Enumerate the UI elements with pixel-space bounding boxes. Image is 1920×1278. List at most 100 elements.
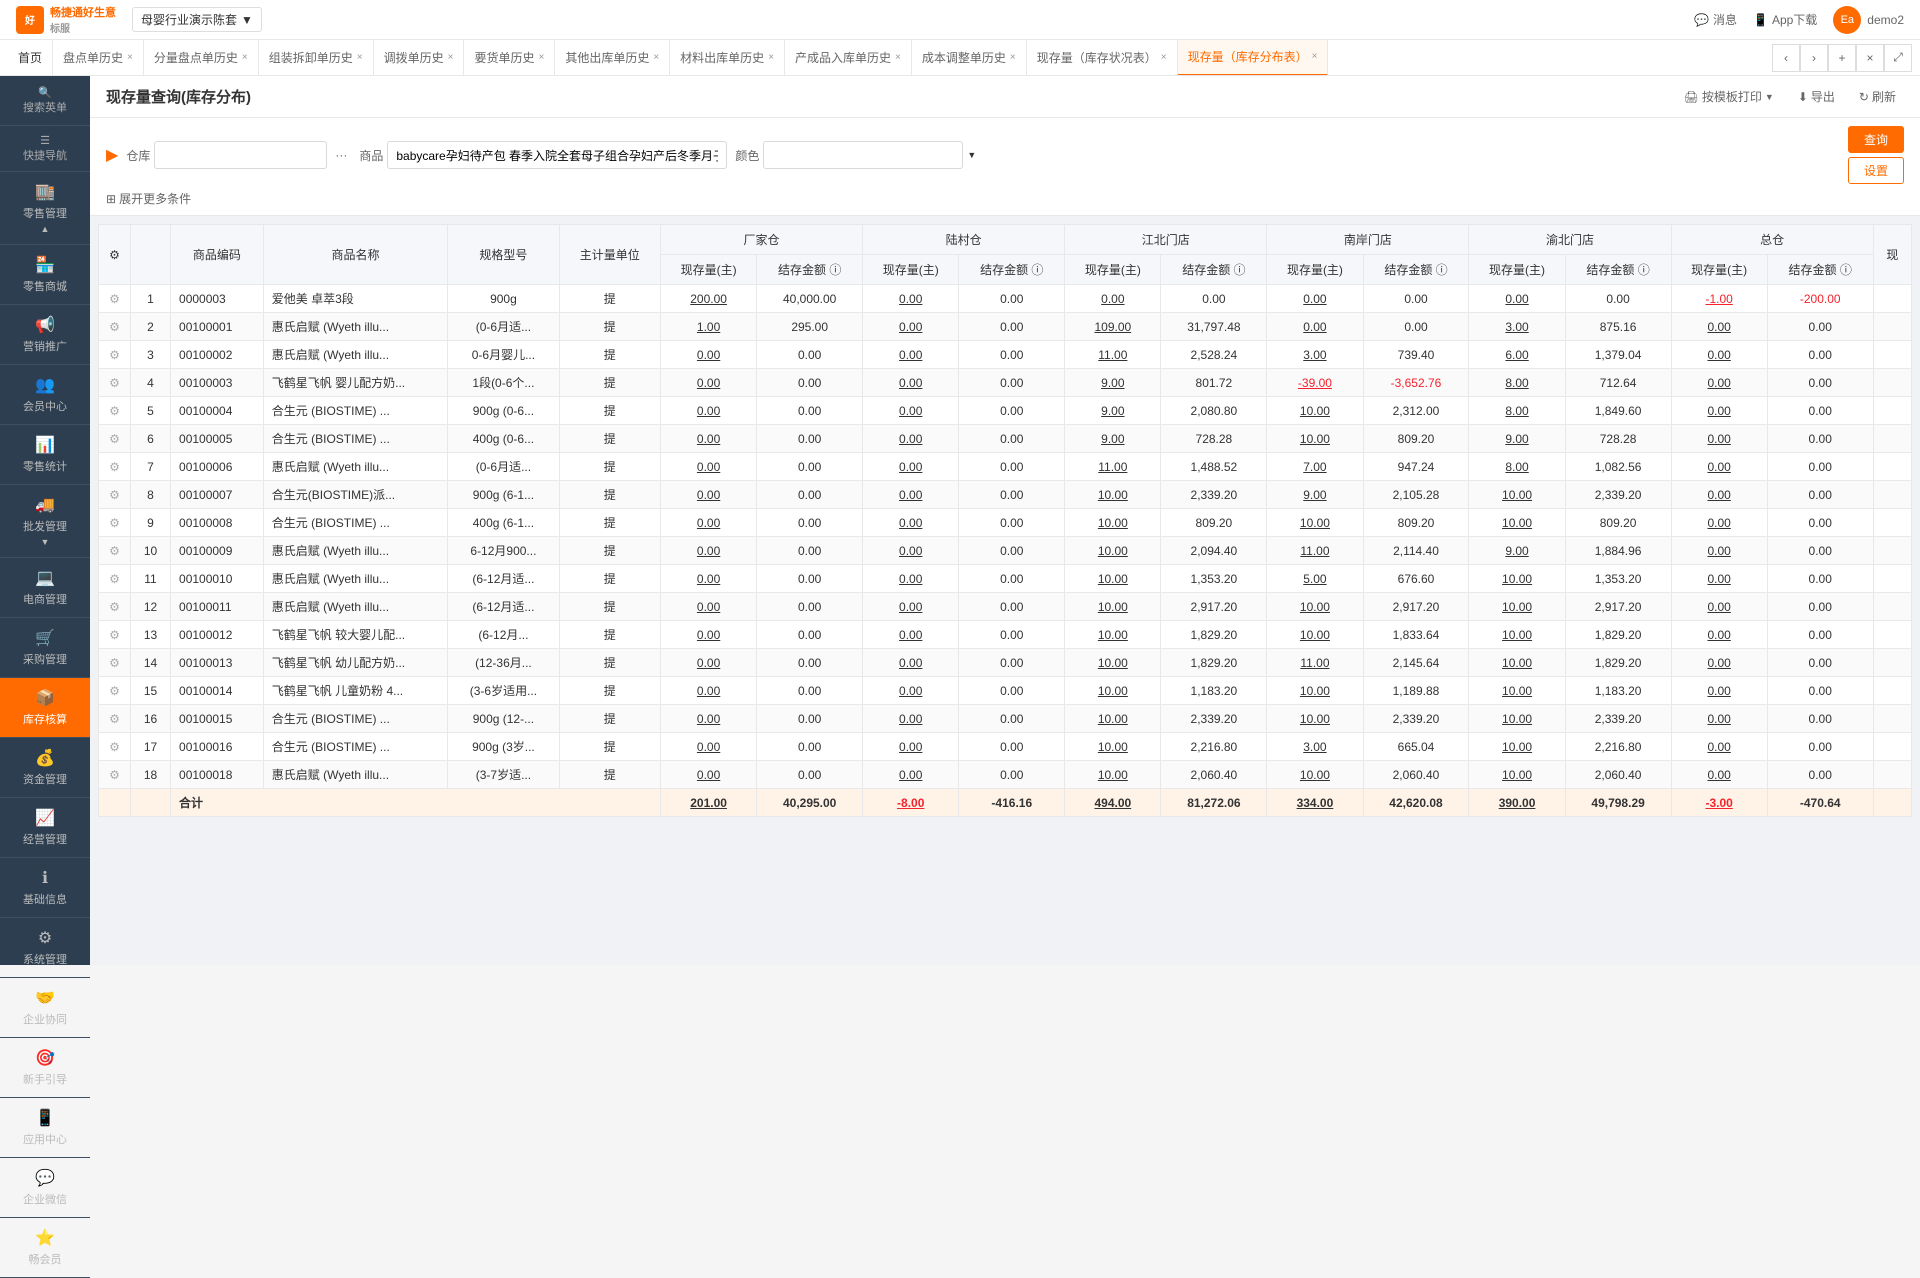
row-y-qty[interactable]: 10.00	[1469, 593, 1565, 621]
row-settings[interactable]: ⚙	[99, 677, 131, 705]
row-y-qty[interactable]: 9.00	[1469, 537, 1565, 565]
sidebar-item-wholesale[interactable]: 🚚 批发管理 ▼	[0, 485, 90, 558]
row-t-qty[interactable]: 0.00	[1671, 565, 1767, 593]
row-settings[interactable]: ⚙	[99, 285, 131, 313]
warehouse-input[interactable]	[154, 141, 327, 169]
row-t-qty[interactable]: 0.00	[1671, 313, 1767, 341]
row-l-qty[interactable]: 0.00	[863, 761, 959, 789]
row-l-qty[interactable]: 0.00	[863, 593, 959, 621]
row-y-qty[interactable]: 10.00	[1469, 621, 1565, 649]
row-y-qty[interactable]: 10.00	[1469, 705, 1565, 733]
message-btn[interactable]: 💬 消息	[1694, 11, 1737, 28]
row-l-qty[interactable]: 0.00	[863, 677, 959, 705]
row-n-qty[interactable]: 10.00	[1267, 677, 1363, 705]
row-n-qty[interactable]: 11.00	[1267, 649, 1363, 677]
row-y-qty[interactable]: 10.00	[1469, 677, 1565, 705]
row-l-qty[interactable]: 0.00	[863, 341, 959, 369]
row-f-qty[interactable]: 0.00	[661, 761, 757, 789]
row-l-qty[interactable]: 0.00	[863, 705, 959, 733]
row-f-qty[interactable]: 0.00	[661, 565, 757, 593]
row-t-qty[interactable]: 0.00	[1671, 369, 1767, 397]
expand-conditions-btn[interactable]: ⊞ 展开更多条件	[106, 190, 1904, 207]
row-j-qty[interactable]: 10.00	[1065, 537, 1161, 565]
sidebar-search[interactable]: 🔍 搜索英单	[0, 76, 90, 126]
row-settings[interactable]: ⚙	[99, 481, 131, 509]
row-j-qty[interactable]: 10.00	[1065, 509, 1161, 537]
tab-next-btn[interactable]: ›	[1800, 44, 1828, 72]
row-settings[interactable]: ⚙	[99, 509, 131, 537]
row-f-qty[interactable]: 0.00	[661, 369, 757, 397]
sidebar-item-wxwork[interactable]: 💬 企业微信	[0, 1158, 90, 1218]
row-f-qty[interactable]: 0.00	[661, 509, 757, 537]
row-n-qty[interactable]: -39.00	[1267, 369, 1363, 397]
row-f-qty[interactable]: 0.00	[661, 593, 757, 621]
row-l-qty[interactable]: 0.00	[863, 425, 959, 453]
row-settings[interactable]: ⚙	[99, 369, 131, 397]
sidebar-item-retail-mall[interactable]: 🏪 零售商城	[0, 245, 90, 305]
row-settings[interactable]: ⚙	[99, 425, 131, 453]
row-l-qty[interactable]: 0.00	[863, 313, 959, 341]
sidebar-item-collab[interactable]: 🤝 企业协同	[0, 978, 90, 1038]
refresh-btn[interactable]: ↻ 刷新	[1851, 84, 1904, 109]
row-n-qty[interactable]: 10.00	[1267, 705, 1363, 733]
user-menu[interactable]: Ea demo2	[1833, 6, 1904, 34]
tab-prev-btn[interactable]: ‹	[1772, 44, 1800, 72]
row-j-qty[interactable]: 9.00	[1065, 369, 1161, 397]
tab-4[interactable]: 调拨单历史 ×	[374, 40, 465, 76]
row-j-qty[interactable]: 9.00	[1065, 397, 1161, 425]
row-f-qty[interactable]: 0.00	[661, 705, 757, 733]
row-n-qty[interactable]: 0.00	[1267, 285, 1363, 313]
sidebar-item-appstore[interactable]: 📱 应用中心	[0, 1098, 90, 1158]
row-j-qty[interactable]: 11.00	[1065, 453, 1161, 481]
sidebar-item-guide[interactable]: 🎯 新手引导	[0, 1038, 90, 1098]
row-settings[interactable]: ⚙	[99, 733, 131, 761]
tab-7[interactable]: 材料出库单历史 ×	[670, 40, 785, 76]
row-y-qty[interactable]: 3.00	[1469, 313, 1565, 341]
row-f-qty[interactable]: 200.00	[661, 285, 757, 313]
row-n-qty[interactable]: 5.00	[1267, 565, 1363, 593]
row-f-qty[interactable]: 0.00	[661, 733, 757, 761]
row-y-qty[interactable]: 9.00	[1469, 425, 1565, 453]
row-n-qty[interactable]: 9.00	[1267, 481, 1363, 509]
row-t-qty[interactable]: -1.00	[1671, 285, 1767, 313]
row-l-qty[interactable]: 0.00	[863, 733, 959, 761]
sidebar-item-finance[interactable]: 💰 资金管理	[0, 738, 90, 798]
row-f-qty[interactable]: 0.00	[661, 537, 757, 565]
row-l-qty[interactable]: 0.00	[863, 285, 959, 313]
row-j-qty[interactable]: 10.00	[1065, 593, 1161, 621]
sidebar-item-marketing[interactable]: 📢 营销推广	[0, 305, 90, 365]
row-settings[interactable]: ⚙	[99, 313, 131, 341]
row-j-qty[interactable]: 0.00	[1065, 285, 1161, 313]
row-f-qty[interactable]: 0.00	[661, 481, 757, 509]
row-t-qty[interactable]: 0.00	[1671, 425, 1767, 453]
row-y-qty[interactable]: 10.00	[1469, 509, 1565, 537]
tab-5[interactable]: 要货单历史 ×	[464, 40, 555, 76]
tab-3[interactable]: 组装拆卸单历史 ×	[259, 40, 374, 76]
close-icon[interactable]: ×	[1010, 52, 1016, 63]
row-j-qty[interactable]: 10.00	[1065, 649, 1161, 677]
row-settings[interactable]: ⚙	[99, 565, 131, 593]
tab-8[interactable]: 产成品入库单历史 ×	[785, 40, 912, 76]
row-y-qty[interactable]: 6.00	[1469, 341, 1565, 369]
close-icon[interactable]: ×	[1161, 52, 1167, 63]
row-n-qty[interactable]: 3.00	[1267, 341, 1363, 369]
table-container[interactable]: ⚙ 商品编码 商品名称 规格型号 主计量单位 厂家仓 陆村仓 江北门店 南岸门店…	[90, 216, 1920, 965]
app-download-btn[interactable]: 📱 App下载	[1753, 11, 1817, 28]
query-btn[interactable]: 查询	[1848, 126, 1904, 153]
row-l-qty[interactable]: 0.00	[863, 481, 959, 509]
sidebar-item-ecommerce[interactable]: 💻 电商管理	[0, 558, 90, 618]
close-icon[interactable]: ×	[895, 52, 901, 63]
row-f-qty[interactable]: 0.00	[661, 425, 757, 453]
row-n-qty[interactable]: 3.00	[1267, 733, 1363, 761]
sidebar-item-inventory[interactable]: 📦 库存核算	[0, 678, 90, 738]
row-l-qty[interactable]: 0.00	[863, 565, 959, 593]
row-l-qty[interactable]: 0.00	[863, 397, 959, 425]
tab-1[interactable]: 盘点单历史 ×	[53, 40, 144, 76]
row-t-qty[interactable]: 0.00	[1671, 677, 1767, 705]
row-j-qty[interactable]: 10.00	[1065, 677, 1161, 705]
th-settings[interactable]: ⚙	[99, 225, 131, 285]
row-n-qty[interactable]: 11.00	[1267, 537, 1363, 565]
row-t-qty[interactable]: 0.00	[1671, 649, 1767, 677]
row-j-qty[interactable]: 10.00	[1065, 565, 1161, 593]
tab-more-btn[interactable]: +	[1828, 44, 1856, 72]
